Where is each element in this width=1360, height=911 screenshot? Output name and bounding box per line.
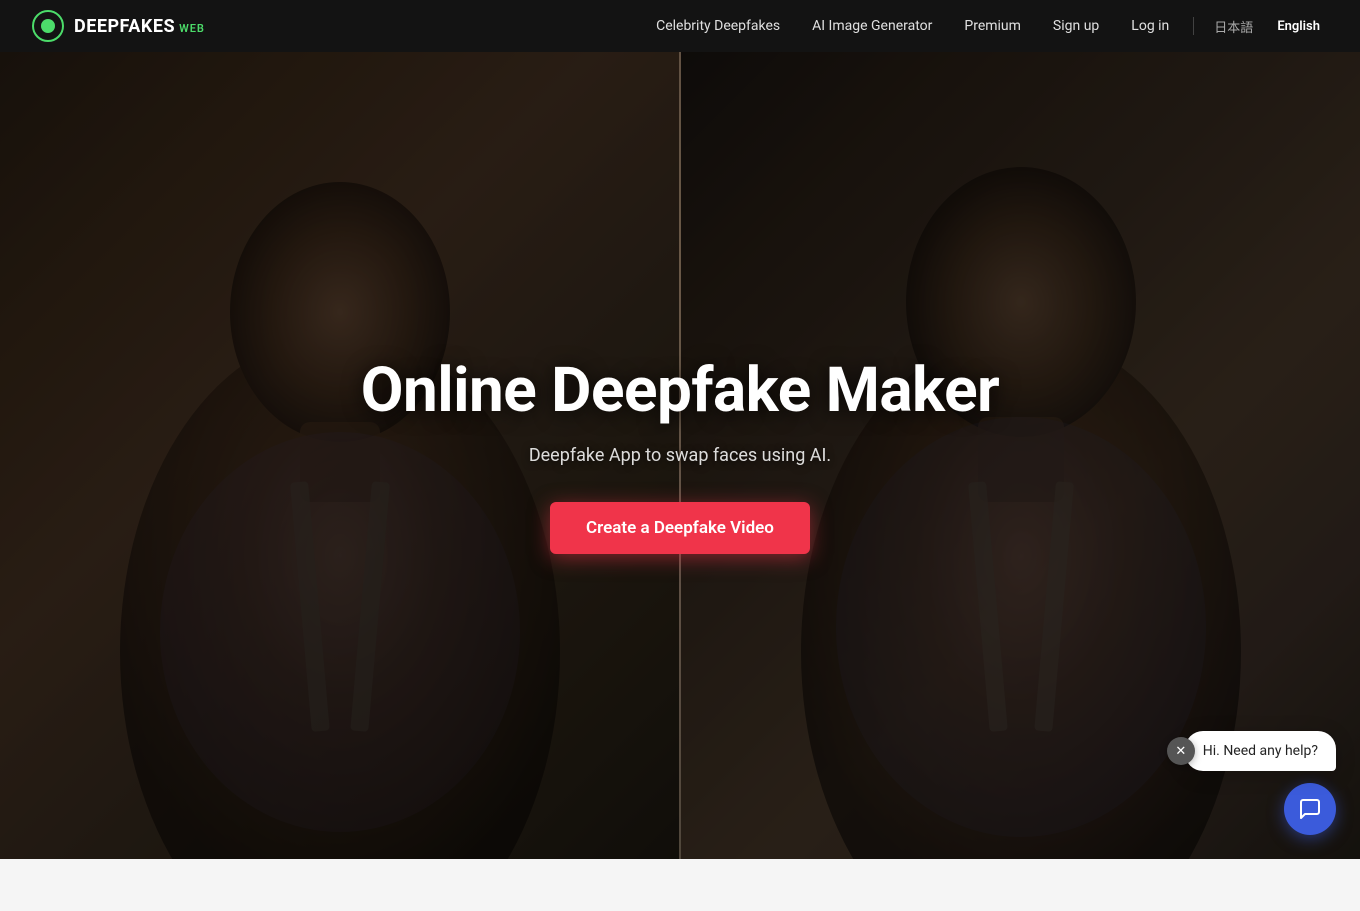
below-hero	[0, 859, 1360, 911]
chat-toggle-button[interactable]	[1284, 783, 1336, 835]
nav-links: Celebrity Deepfakes AI Image Generator P…	[644, 12, 1328, 40]
logo-text: DEEPFAKES WEB	[74, 16, 205, 37]
nav-celebrity-deepfakes[interactable]: Celebrity Deepfakes	[644, 12, 792, 40]
nav-log-in[interactable]: Log in	[1119, 12, 1181, 40]
lang-en-button[interactable]: English	[1269, 15, 1328, 38]
hero-title: Online Deepfake Maker	[361, 357, 1000, 425]
logo-icon-inner	[41, 19, 55, 33]
chat-widget: ✕ Hi. Need any help?	[1185, 731, 1336, 835]
chat-icon	[1298, 797, 1322, 821]
chat-close-button[interactable]: ✕	[1167, 737, 1195, 765]
hero-subtitle: Deepfake App to swap faces using AI.	[361, 445, 1000, 466]
chat-message: Hi. Need any help?	[1203, 743, 1318, 759]
hero-section: Online Deepfake Maker Deepfake App to sw…	[0, 52, 1360, 859]
logo-icon	[32, 10, 64, 42]
nav-ai-image-generator[interactable]: AI Image Generator	[800, 12, 944, 40]
navbar: DEEPFAKES WEB Celebrity Deepfakes AI Ima…	[0, 0, 1360, 52]
logo-link[interactable]: DEEPFAKES WEB	[32, 10, 205, 42]
lang-ja-button[interactable]: 日本語	[1206, 13, 1261, 40]
brand-name: DEEPFAKES	[74, 16, 175, 37]
chat-bubble: ✕ Hi. Need any help?	[1185, 731, 1336, 771]
hero-content: Online Deepfake Maker Deepfake App to sw…	[341, 357, 1020, 554]
nav-divider	[1193, 17, 1194, 35]
cta-button[interactable]: Create a Deepfake Video	[550, 502, 810, 554]
nav-premium[interactable]: Premium	[952, 12, 1033, 40]
brand-sub: WEB	[179, 22, 205, 35]
nav-sign-up[interactable]: Sign up	[1041, 12, 1111, 40]
